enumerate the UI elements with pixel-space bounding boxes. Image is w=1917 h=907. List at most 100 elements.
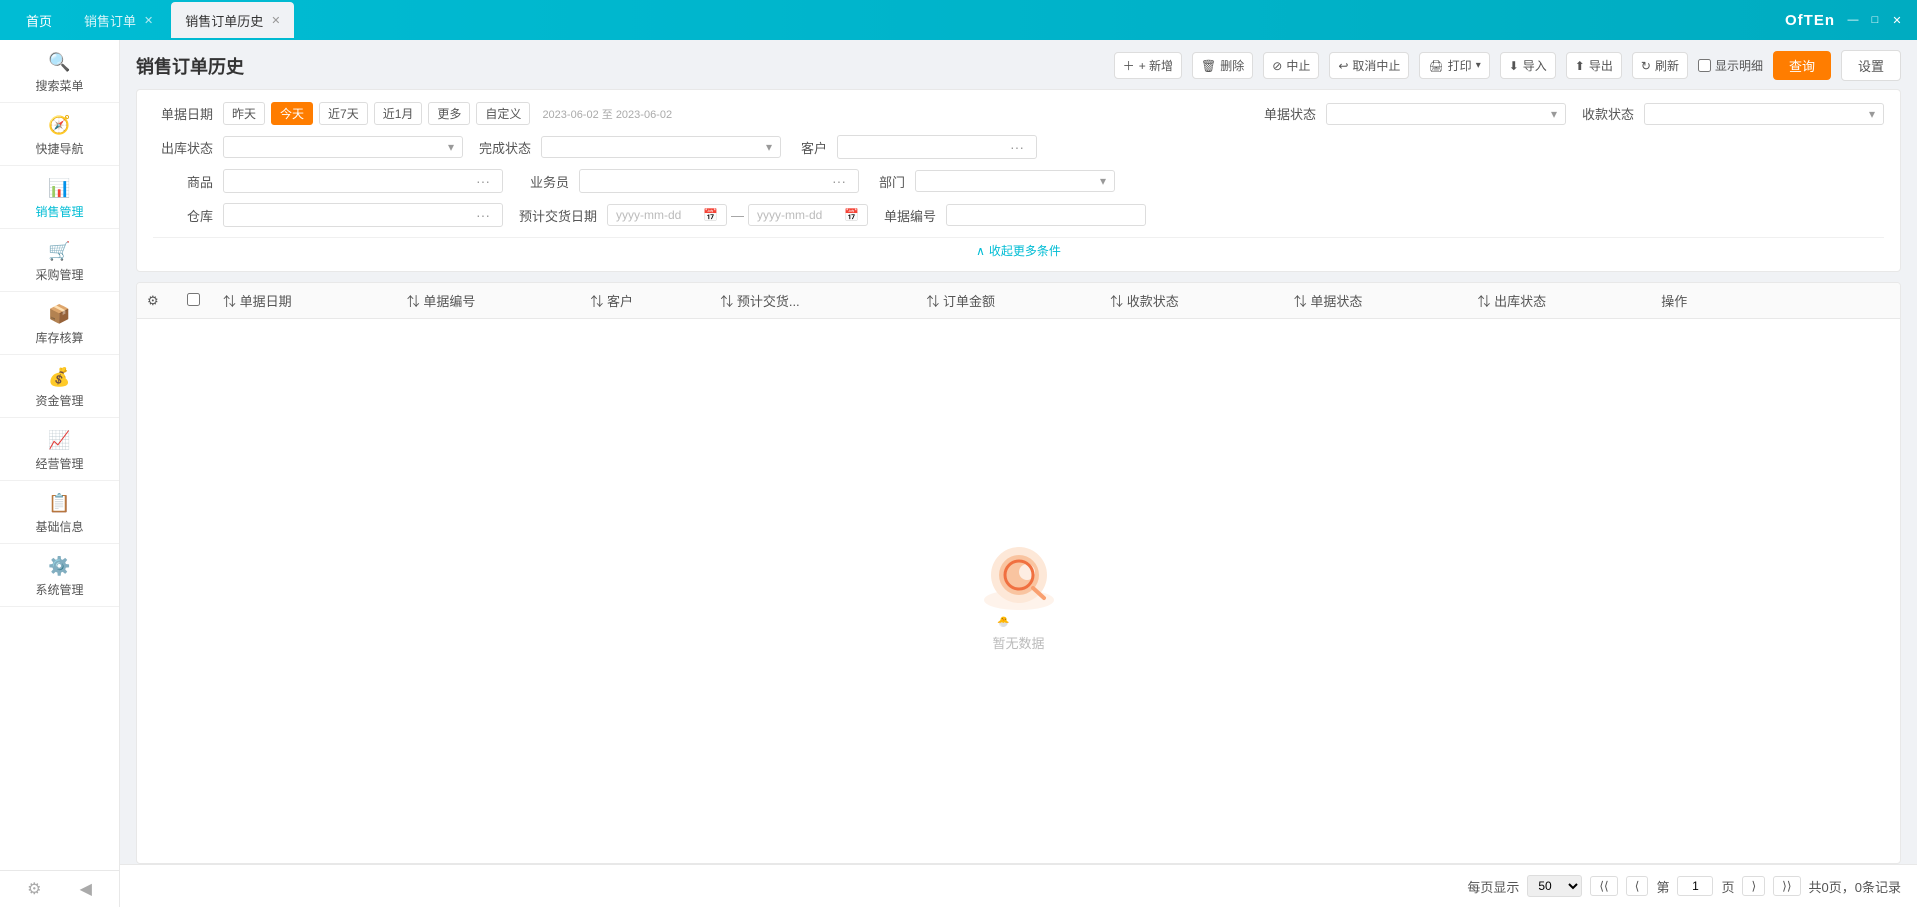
date-btn-7days[interactable]: 近7天 — [319, 102, 368, 125]
sidebar-collapse-icon[interactable]: ◀ — [80, 879, 92, 899]
tab-sales-order-close[interactable]: ✕ — [144, 14, 153, 27]
sidebar-settings-icon[interactable]: ⚙ — [27, 879, 41, 899]
sidebar-item-inventory[interactable]: 📦 库存核算 — [0, 292, 119, 355]
sidebar-item-capital-mgmt[interactable]: 💰 资金管理 — [0, 355, 119, 418]
date-label: 单据日期 — [153, 104, 223, 123]
per-page-select[interactable]: 10 20 50 100 — [1527, 875, 1582, 897]
date-btn-today[interactable]: 今天 — [271, 102, 313, 125]
svg-text:🐣: 🐣 — [997, 615, 1009, 628]
col-bill-number: ⇅ 单据编号 — [397, 283, 581, 319]
col-bill-date-label: ⇅ 单据日期 — [223, 294, 292, 309]
new-button[interactable]: ＋ + 新增 — [1114, 52, 1182, 79]
product-dots[interactable]: ··· — [472, 173, 494, 189]
sidebar-item-operation-mgmt[interactable]: 📈 经营管理 — [0, 418, 119, 481]
sidebar-item-search-menu[interactable]: 🔍 搜索菜单 — [0, 40, 119, 103]
customer-select[interactable]: ··· — [837, 135, 1037, 159]
warehouse-select[interactable]: ··· — [223, 203, 503, 227]
date-btn-more[interactable]: 更多 — [428, 102, 470, 125]
date-filter-content: 昨天 今天 近7天 近1月 更多 自定义 2023-06-02 至 2023-0… — [223, 102, 1264, 125]
col-operation-label: 操作 — [1661, 294, 1687, 309]
import-button[interactable]: ⬇ 导入 — [1500, 52, 1556, 79]
current-page-input[interactable] — [1677, 876, 1713, 896]
gear-icon[interactable]: ⚙ — [147, 293, 159, 308]
delivery-date-to[interactable]: yyyy-mm-dd 📅 — [748, 204, 868, 226]
date-btn-yesterday[interactable]: 昨天 — [223, 102, 265, 125]
salesperson-select[interactable]: ··· — [579, 169, 859, 193]
calendar-from-icon[interactable]: 📅 — [703, 208, 718, 222]
show-detail-label: 显示明细 — [1715, 57, 1763, 74]
customer-dots[interactable]: ··· — [1006, 139, 1028, 155]
bill-status-dropdown-icon — [1551, 107, 1557, 121]
capital-mgmt-icon: 💰 — [48, 367, 70, 388]
system-mgmt-icon: ⚙️ — [48, 556, 70, 577]
date-btn-custom[interactable]: 自定义 — [476, 102, 530, 125]
bill-number-label: 单据编号 — [884, 206, 946, 225]
date-btn-1month[interactable]: 近1月 — [374, 102, 423, 125]
sidebar-item-sales-mgmt[interactable]: 📊 销售管理 — [0, 166, 119, 229]
receipt-status-select[interactable] — [1644, 103, 1884, 125]
cancel-stop-button[interactable]: ↩ 取消中止 — [1329, 52, 1409, 79]
print-button[interactable]: 🖨 打印 ▾ — [1419, 52, 1489, 79]
setting-button[interactable]: 设置 — [1841, 50, 1901, 81]
sidebar-item-basic-info[interactable]: 📋 基础信息 — [0, 481, 119, 544]
warehouse-dots[interactable]: ··· — [472, 207, 494, 223]
refresh-button[interactable]: ↻ 刷新 — [1632, 52, 1688, 79]
show-detail-checkbox[interactable] — [1698, 59, 1711, 72]
sidebar-label-operation-mgmt: 经营管理 — [35, 455, 83, 472]
sidebar-item-quick-nav[interactable]: 🧭 快捷导航 — [0, 103, 119, 166]
collapse-more[interactable]: ∧ 收起更多条件 — [153, 237, 1884, 259]
select-all-checkbox[interactable] — [187, 293, 200, 306]
delivery-date-to-text: yyyy-mm-dd — [757, 208, 822, 222]
maximize-btn[interactable]: □ — [1867, 12, 1883, 28]
chevron-up-icon: ∧ — [976, 244, 985, 258]
next-page-btn[interactable]: ⟩ — [1742, 876, 1765, 896]
calendar-to-icon[interactable]: 📅 — [844, 208, 859, 222]
delivery-date-from[interactable]: yyyy-mm-dd 📅 — [607, 204, 727, 226]
complete-status-select[interactable] — [541, 136, 781, 158]
department-label: 部门 — [875, 172, 915, 191]
salesperson-dots[interactable]: ··· — [828, 173, 850, 189]
table-header-row: ⚙ ⇅ 单据日期 ⇅ 单据编号 ⇅ 客户 — [137, 283, 1900, 319]
brand-text: OfTEn — [1785, 12, 1835, 29]
query-button[interactable]: 查询 — [1773, 51, 1831, 80]
page-header: 销售订单历史 ＋ + 新增 🗑 删除 ⊘ 中止 ↩ 取消中止 — [120, 40, 1917, 89]
sidebar-item-purchase-mgmt[interactable]: 🛒 采购管理 — [0, 229, 119, 292]
product-select[interactable]: ··· — [223, 169, 503, 193]
last-page-btn[interactable]: ⟩⟩ — [1773, 876, 1800, 896]
col-receipt-status: ⇅ 收款状态 — [1100, 283, 1284, 319]
close-btn[interactable]: ✕ — [1889, 12, 1905, 28]
col-bill-number-label: ⇅ 单据编号 — [407, 294, 476, 309]
show-detail-checkbox-label[interactable]: 显示明细 — [1698, 57, 1763, 74]
sidebar-label-inventory: 库存核算 — [35, 329, 83, 346]
pagination: 每页显示 10 20 50 100 ⟨⟨ ⟨ 第 页 ⟩ ⟩⟩ 共0页，0条记录 — [120, 864, 1917, 907]
salesperson-label: 业务员 — [519, 172, 579, 191]
delete-icon: 🗑 — [1201, 59, 1216, 73]
col-bill-status: ⇅ 单据状态 — [1284, 283, 1468, 319]
export-button[interactable]: ⬆ 导出 — [1566, 52, 1622, 79]
department-select[interactable] — [915, 170, 1115, 192]
stop-icon: ⊘ — [1272, 59, 1282, 73]
empty-icon: 🐣 — [969, 530, 1069, 633]
bill-number-input[interactable] — [946, 204, 1146, 226]
minimize-btn[interactable]: — — [1845, 12, 1861, 28]
stop-button[interactable]: ⊘ 中止 — [1263, 52, 1319, 79]
tab-home[interactable]: 首页 — [12, 2, 66, 38]
first-page-btn[interactable]: ⟨⟨ — [1590, 876, 1617, 896]
per-page-label: 每页显示 — [1467, 877, 1519, 896]
sidebar-label-sales-mgmt: 销售管理 — [35, 203, 83, 220]
outbound-status-dropdown-icon — [448, 140, 454, 154]
tab-sales-order-history-close[interactable]: ✕ — [271, 14, 280, 27]
col-customer: ⇅ 客户 — [580, 283, 710, 319]
filter-row-4: 仓库 ··· 预计交货日期 yyyy-mm-dd 📅 — yyyy-mm-dd … — [153, 203, 1884, 227]
col-gear: ⚙ — [137, 283, 177, 319]
new-label: + 新增 — [1139, 57, 1173, 74]
sidebar-item-system-mgmt[interactable]: ⚙️ 系统管理 — [0, 544, 119, 607]
prev-page-btn[interactable]: ⟨ — [1626, 876, 1649, 896]
tab-sales-order[interactable]: 销售订单 ✕ — [70, 2, 167, 38]
outbound-status-select[interactable] — [223, 136, 463, 158]
tab-sales-order-history[interactable]: 销售订单历史 ✕ — [171, 2, 294, 38]
sidebar-label-quick-nav: 快捷导航 — [35, 140, 83, 157]
col-order-amount: ⇅ 订单金额 — [916, 283, 1100, 319]
delete-button[interactable]: 🗑 删除 — [1192, 52, 1253, 79]
bill-status-select[interactable] — [1326, 103, 1566, 125]
